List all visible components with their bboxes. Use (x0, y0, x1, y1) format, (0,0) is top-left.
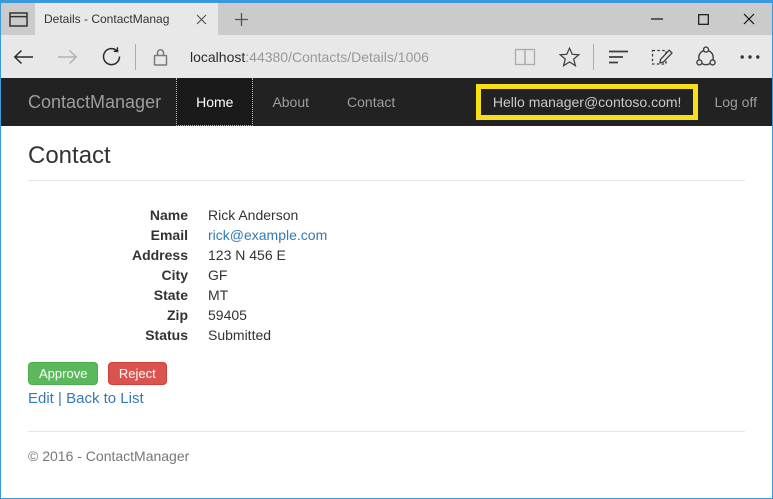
greeting-highlight-box: Hello manager@contoso.com! (475, 84, 699, 120)
reading-view-icon[interactable] (503, 35, 547, 78)
detail-value: 59405 (208, 307, 247, 323)
contact-details-list: Name Rick Anderson Email rick@example.co… (28, 205, 745, 345)
divider (28, 180, 745, 181)
address-bar: localhost:44380/Contacts/Details/1006 (1, 35, 772, 78)
footer-copyright: © 2016 - ContactManager (28, 448, 190, 464)
back-to-list-link[interactable]: Back to List (66, 390, 144, 407)
refresh-icon[interactable] (89, 35, 133, 78)
detail-row-state: State MT (28, 285, 745, 305)
page-content: Contact Name Rick Anderson Email rick@ex… (1, 126, 772, 498)
edit-link[interactable]: Edit (28, 390, 54, 407)
divider (593, 43, 594, 70)
lock-icon[interactable] (138, 35, 182, 78)
reject-button[interactable]: Reject (107, 362, 167, 385)
link-separator: | (58, 390, 62, 407)
detail-row-zip: Zip 59405 (28, 305, 745, 325)
more-options-icon[interactable] (728, 35, 772, 78)
nav-item-home[interactable]: Home (176, 78, 254, 126)
back-icon[interactable] (1, 35, 45, 78)
email-link[interactable]: rick@example.com (208, 227, 327, 243)
hub-icon[interactable] (596, 35, 640, 78)
log-off-link[interactable]: Log off (708, 78, 772, 126)
forward-icon[interactable] (45, 35, 89, 78)
url-path: :44380/Contacts/Details/1006 (245, 48, 429, 65)
detail-row-city: City GF (28, 265, 745, 285)
url-host: localhost (190, 48, 246, 65)
approve-button[interactable]: Approve (28, 362, 99, 385)
favorites-star-icon[interactable] (547, 35, 591, 78)
footer-divider (28, 431, 745, 432)
detail-value: Rick Anderson (208, 207, 299, 223)
minimize-button[interactable] (634, 3, 680, 35)
browser-window: Details - ContactManag localhost:44380/… (0, 0, 773, 499)
page-title: Contact (28, 142, 111, 169)
web-note-icon[interactable] (640, 35, 684, 78)
detail-value: Submitted (208, 327, 272, 343)
detail-label: Status (145, 327, 188, 343)
tab-title: Details - ContactManag (44, 12, 170, 26)
url-field[interactable]: localhost:44380/Contacts/Details/1006 (182, 49, 503, 65)
maximize-button[interactable] (680, 3, 726, 35)
tab-preview-icon[interactable] (1, 3, 35, 35)
divider (135, 43, 136, 70)
close-window-button[interactable] (726, 3, 772, 35)
manage-account-link[interactable]: Hello manager@contoso.com! (493, 94, 682, 110)
share-icon[interactable] (684, 35, 728, 78)
detail-value: MT (208, 287, 229, 303)
detail-label: State (153, 287, 188, 303)
tab-close-icon[interactable] (190, 8, 212, 30)
detail-row-address: Address 123 N 456 E (28, 245, 745, 265)
browser-tab[interactable]: Details - ContactManag (35, 3, 218, 35)
detail-label: Zip (167, 307, 188, 323)
site-navbar: ContactManager Home About Contact Hello … (1, 78, 772, 126)
detail-label: Email (150, 227, 188, 243)
detail-value: 123 N 456 E (208, 247, 286, 263)
detail-row-status: Status Submitted (28, 325, 745, 345)
detail-label: Name (149, 207, 188, 223)
brand-link[interactable]: ContactManager (1, 78, 176, 126)
edit-links-row: Edit | Back to List (28, 390, 745, 407)
nav-item-about[interactable]: About (253, 78, 328, 126)
nav-item-contact[interactable]: Contact (328, 78, 414, 126)
detail-label: Address (131, 247, 188, 263)
titlebar-drag-area (264, 3, 634, 35)
navbar-spacer (414, 78, 476, 126)
action-buttons: Approve Reject (28, 362, 745, 385)
detail-value: GF (208, 267, 228, 283)
detail-row-name: Name Rick Anderson (28, 205, 745, 225)
detail-row-email: Email rick@example.com (28, 225, 745, 245)
new-tab-button[interactable] (218, 3, 264, 35)
detail-label: City (161, 267, 188, 283)
title-bar: Details - ContactManag (1, 3, 772, 35)
